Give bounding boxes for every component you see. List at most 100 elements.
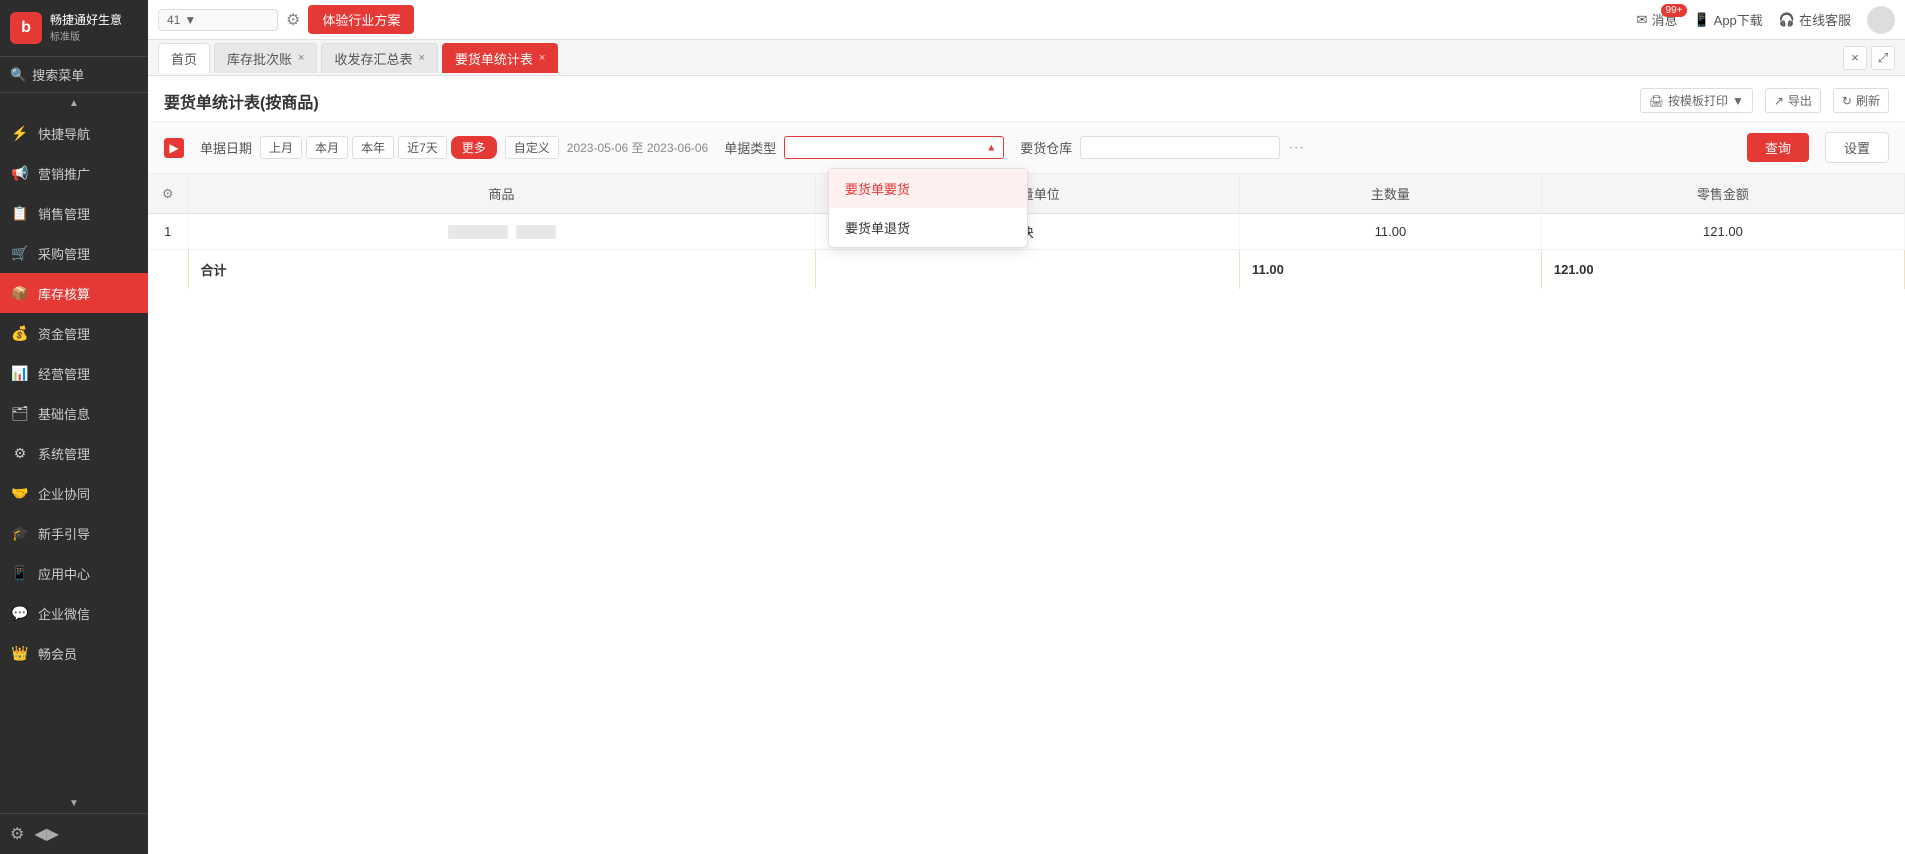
last-month-btn[interactable]: 上月 <box>260 136 302 159</box>
user-avatar[interactable] <box>1867 6 1895 34</box>
table-footer: 合计 11.00 121.00 <box>148 250 1905 290</box>
nav-label-enterprise: 企业协同 <box>38 484 90 503</box>
nav-label-quick-nav: 快捷导航 <box>38 124 90 143</box>
refresh-label: 刷新 <box>1856 92 1880 109</box>
print-button[interactable]: 🖨 按模板打印 ▼ <box>1640 88 1753 113</box>
topbar-gear-button[interactable]: ⚙ <box>286 10 300 30</box>
nav-label-purchase: 采购管理 <box>38 244 90 263</box>
close-all-tab-button[interactable]: × <box>1843 46 1867 70</box>
topbar: 41 ▼ ⚙ 体验行业方案 ✉ 消息 99+ 📱 App下载 🎧 在线客服 <box>148 0 1905 40</box>
messages-button[interactable]: ✉ 消息 99+ <box>1637 10 1678 29</box>
dropdown-item-request-return[interactable]: 要货单退货 <box>829 208 1027 247</box>
nav-label-member: 畅会员 <box>38 644 77 663</box>
sidebar-item-appcenter[interactable]: 📱 应用中心 <box>0 553 148 593</box>
search-icon: 🔍 <box>10 67 26 83</box>
sidebar-item-enterprise[interactable]: 🤝 企业协同 <box>0 473 148 513</box>
sidebar-item-finance[interactable]: 💰 资金管理 <box>0 313 148 353</box>
nav-icon-member: 👑 <box>10 643 30 663</box>
sidebar-item-basic[interactable]: 🗂 基础信息 <box>0 393 148 433</box>
main-content: 41 ▼ ⚙ 体验行业方案 ✉ 消息 99+ 📱 App下载 🎧 在线客服 <box>148 0 1905 854</box>
sidebar-item-marketing[interactable]: 📢 营销推广 <box>0 153 148 193</box>
sidebar-scroll-down[interactable]: ▼ <box>0 793 148 813</box>
print-label: 按模板打印 <box>1668 92 1728 109</box>
custom-date-btn[interactable]: 自定义 <box>505 136 559 159</box>
tab-close-receivables[interactable]: × <box>418 52 424 64</box>
online-service-button[interactable]: 🎧 在线客服 <box>1779 10 1851 29</box>
warehouse-more-icon[interactable]: ··· <box>1288 139 1304 157</box>
maximize-tab-button[interactable]: ⤢ <box>1871 46 1895 70</box>
sidebar-item-guide[interactable]: 🎓 新手引导 <box>0 513 148 553</box>
app-download-label: App下载 <box>1714 10 1763 29</box>
th-amount: 零售金额 <box>1541 174 1904 214</box>
total-row: 合计 11.00 121.00 <box>148 250 1905 290</box>
filter-bar: ▶ 单据日期 上月 本月 本年 近7天 更多 自定义 2023-05-06 至 … <box>148 122 1905 174</box>
date-filter-group: 单据日期 上月 本月 本年 近7天 更多 自定义 2023-05-06 至 20… <box>200 136 708 159</box>
phone-icon: 📱 <box>1693 12 1709 28</box>
industry-button[interactable]: 体验行业方案 <box>308 5 414 34</box>
sidebar-item-wechat[interactable]: 💬 企业微信 <box>0 593 148 633</box>
tab-inventory-batch[interactable]: 库存批次账× <box>214 43 317 73</box>
type-dropdown-menu: 要货单要货 要货单退货 <box>828 168 1028 248</box>
sidebar-item-inventory[interactable]: 📦 库存核算 <box>0 273 148 313</box>
more-dates-btn[interactable]: 更多 <box>451 136 497 159</box>
nav-label-appcenter: 应用中心 <box>38 564 90 583</box>
export-icon: ↗ <box>1774 94 1784 108</box>
sidebar-item-sales[interactable]: 📋 销售管理 <box>0 193 148 233</box>
nav-icon-quick-nav: ⚡ <box>10 123 30 143</box>
settings-button[interactable]: 设置 <box>1825 132 1889 163</box>
nav-icon-purchase: 🛒 <box>10 243 30 263</box>
nav-label-system: 系统管理 <box>38 444 90 463</box>
type-filter-group: 单据类型 <box>724 136 1004 159</box>
app-download-button[interactable]: 📱 App下载 <box>1693 10 1762 29</box>
dropdown-item-request-goods[interactable]: 要货单要货 <box>829 169 1027 208</box>
th-gear[interactable]: ⚙ <box>148 174 188 214</box>
sidebar-scroll-up[interactable]: ▲ <box>0 93 148 113</box>
topbar-right: ✉ 消息 99+ 📱 App下载 🎧 在线客服 <box>1637 6 1895 34</box>
export-label: 导出 <box>1788 92 1812 109</box>
page-title: 要货单统计表(按商品) <box>164 89 319 113</box>
type-filter-label: 单据类型 <box>724 138 776 157</box>
tab-home[interactable]: 首页 <box>158 43 210 73</box>
settings-footer-icon[interactable]: ⚙ <box>10 824 24 844</box>
sidebar-item-purchase[interactable]: 🛒 采购管理 <box>0 233 148 273</box>
nav-icon-finance: 💰 <box>10 323 30 343</box>
sidebar-item-member[interactable]: 👑 畅会员 <box>0 633 148 673</box>
branch-selector[interactable]: 41 ▼ <box>158 9 278 31</box>
nav-icon-operations: 📊 <box>10 363 30 383</box>
this-year-btn[interactable]: 本年 <box>352 136 394 159</box>
tabs-bar: 首页库存批次账× 收发存汇总表 × 要货单统计表 × × ⤢ <box>148 40 1905 76</box>
headset-icon: 🎧 <box>1779 12 1795 28</box>
sidebar-item-quick-nav[interactable]: ⚡ 快捷导航 <box>0 113 148 153</box>
last-7-days-btn[interactable]: 近7天 <box>398 136 447 159</box>
collapse-footer-icon[interactable]: ◀▶ <box>34 824 59 844</box>
refresh-button[interactable]: ↻ 刷新 <box>1833 88 1889 113</box>
sidebar-item-system[interactable]: ⚙ 系统管理 <box>0 433 148 473</box>
tab-close-inventory-batch[interactable]: × <box>298 52 304 64</box>
warehouse-input[interactable] <box>1080 136 1280 159</box>
nav-icon-inventory: 📦 <box>10 283 30 303</box>
sidebar-footer: ⚙ ◀▶ <box>0 813 148 854</box>
export-button[interactable]: ↗ 导出 <box>1765 88 1821 113</box>
logo-text: 畅捷通好生意 <box>50 13 122 29</box>
total-empty-1 <box>148 250 188 290</box>
nav-label-inventory: 库存核算 <box>38 284 90 303</box>
tab-label-request-stats: 要货单统计表 <box>455 49 533 68</box>
this-month-btn[interactable]: 本月 <box>306 136 348 159</box>
sidebar-item-operations[interactable]: 📊 经营管理 <box>0 353 148 393</box>
query-button[interactable]: 查询 <box>1747 133 1809 162</box>
print-dropdown-icon: ▼ <box>1732 94 1744 108</box>
nav-icon-guide: 🎓 <box>10 523 30 543</box>
type-select-input[interactable] <box>784 136 1004 159</box>
tab-receivables[interactable]: 收发存汇总表 × <box>321 43 437 73</box>
filter-expand-button[interactable]: ▶ <box>164 138 184 158</box>
date-filter-label: 单据日期 <box>200 138 252 157</box>
sidebar: b 畅捷通好生意 标准版 🔍 搜索菜单 ▲ ⚡ 快捷导航 📢 营销推广 📋 销售… <box>0 0 148 854</box>
sidebar-search[interactable]: 🔍 搜索菜单 <box>0 57 148 93</box>
nav-icon-wechat: 💬 <box>10 603 30 623</box>
tab-close-request-stats[interactable]: × <box>539 52 545 64</box>
logo-sub: 标准版 <box>50 28 122 43</box>
refresh-icon: ↻ <box>1842 94 1852 108</box>
tab-request-stats[interactable]: 要货单统计表 × <box>442 43 558 73</box>
th-product: 商品 <box>188 174 815 214</box>
tab-label-receivables: 收发存汇总表 <box>334 49 412 68</box>
